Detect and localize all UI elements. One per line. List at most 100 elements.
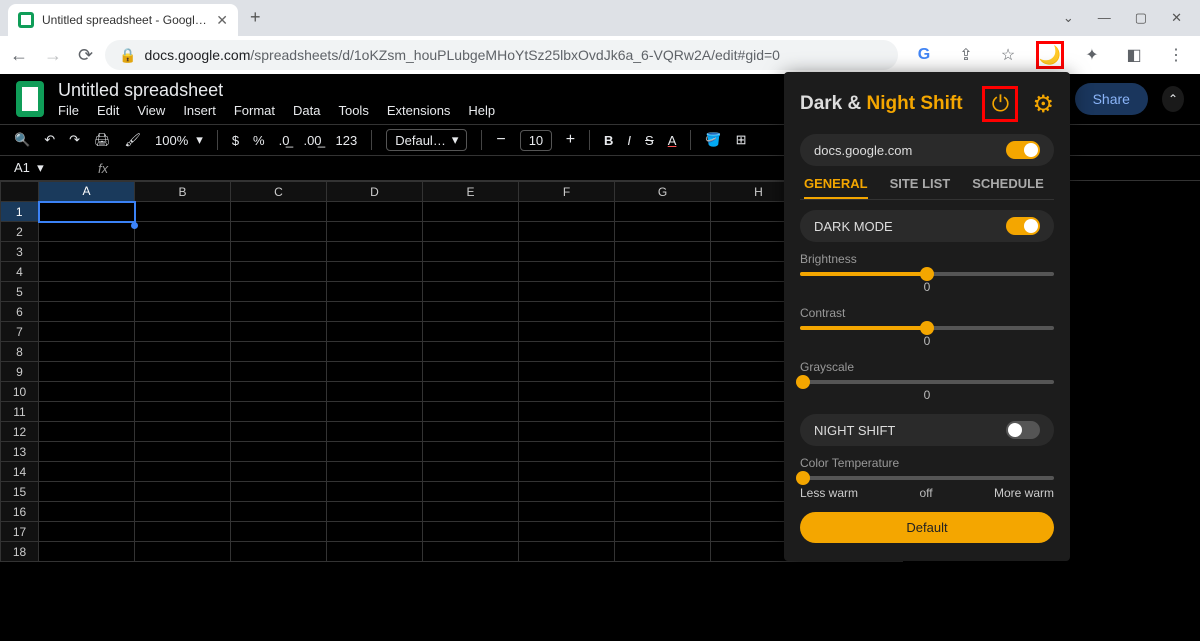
cell[interactable]	[135, 422, 231, 442]
cell[interactable]	[231, 362, 327, 382]
column-header[interactable]: D	[327, 182, 423, 202]
cell[interactable]	[423, 442, 519, 462]
browser-tab[interactable]: Untitled spreadsheet - Google S ✕	[8, 4, 238, 36]
cell[interactable]	[327, 242, 423, 262]
cell[interactable]	[39, 262, 135, 282]
cell[interactable]	[519, 422, 615, 442]
close-tab-icon[interactable]: ✕	[216, 12, 228, 29]
cell[interactable]	[519, 522, 615, 542]
cell[interactable]	[135, 342, 231, 362]
row-header[interactable]: 7	[1, 322, 39, 342]
document-title[interactable]: Untitled spreadsheet	[58, 80, 495, 101]
cell[interactable]	[423, 362, 519, 382]
cell[interactable]	[423, 322, 519, 342]
cell[interactable]	[423, 202, 519, 222]
cell[interactable]	[327, 322, 423, 342]
cell[interactable]	[519, 482, 615, 502]
cell[interactable]	[231, 262, 327, 282]
cell[interactable]	[39, 342, 135, 362]
cell[interactable]	[327, 482, 423, 502]
increase-font-icon[interactable]: +	[566, 131, 575, 149]
row-header[interactable]: 13	[1, 442, 39, 462]
cell[interactable]	[135, 462, 231, 482]
power-button[interactable]: ⏻	[982, 86, 1018, 122]
cell[interactable]	[519, 362, 615, 382]
cell[interactable]	[519, 502, 615, 522]
column-header[interactable]: G	[615, 182, 711, 202]
cell[interactable]	[39, 522, 135, 542]
row-header[interactable]: 15	[1, 482, 39, 502]
cell[interactable]	[327, 502, 423, 522]
cell[interactable]	[39, 482, 135, 502]
night-shift-toggle[interactable]	[1006, 421, 1040, 439]
menu-tools[interactable]: Tools	[338, 103, 368, 118]
paint-format-icon[interactable]: 🖌	[125, 132, 142, 148]
tab-general[interactable]: GENERAL	[804, 176, 868, 199]
menu-file[interactable]: File	[58, 103, 79, 118]
menu-icon[interactable]: ⋮	[1162, 41, 1190, 69]
cell[interactable]	[231, 542, 327, 562]
row-header[interactable]: 2	[1, 222, 39, 242]
column-header[interactable]: E	[423, 182, 519, 202]
cell[interactable]	[519, 262, 615, 282]
cell[interactable]	[231, 402, 327, 422]
cell[interactable]	[135, 442, 231, 462]
cell[interactable]	[423, 502, 519, 522]
forward-icon[interactable]: →	[44, 45, 62, 66]
cell[interactable]	[327, 342, 423, 362]
maximize-icon[interactable]: ▢	[1135, 10, 1147, 26]
gear-icon[interactable]: ⚙	[1032, 90, 1054, 119]
default-button[interactable]: Default	[800, 512, 1054, 543]
cell[interactable]	[135, 362, 231, 382]
cell[interactable]	[231, 222, 327, 242]
cell[interactable]	[231, 482, 327, 502]
cell[interactable]	[327, 282, 423, 302]
cell[interactable]	[423, 422, 519, 442]
cell[interactable]	[615, 362, 711, 382]
name-box[interactable]: A1 ▾	[8, 158, 78, 178]
cell[interactable]	[135, 482, 231, 502]
google-icon[interactable]: G	[910, 41, 938, 69]
cell[interactable]	[615, 542, 711, 562]
cell[interactable]	[39, 242, 135, 262]
cell[interactable]	[135, 402, 231, 422]
cell[interactable]	[519, 242, 615, 262]
cell[interactable]	[423, 402, 519, 422]
cell[interactable]	[39, 442, 135, 462]
cell[interactable]	[615, 282, 711, 302]
row-header[interactable]: 3	[1, 242, 39, 262]
cell[interactable]	[135, 222, 231, 242]
cell[interactable]	[615, 222, 711, 242]
cell[interactable]	[135, 302, 231, 322]
cell[interactable]	[231, 502, 327, 522]
percent-icon[interactable]: %	[253, 133, 265, 148]
contrast-slider[interactable]	[800, 326, 1054, 330]
cell[interactable]	[231, 462, 327, 482]
cell[interactable]	[135, 282, 231, 302]
cell[interactable]	[615, 462, 711, 482]
decrease-decimal-icon[interactable]: .0̲	[279, 133, 290, 148]
collapse-icon[interactable]: ⌃	[1162, 86, 1184, 112]
row-header[interactable]: 9	[1, 362, 39, 382]
cell[interactable]	[231, 382, 327, 402]
cell[interactable]	[519, 542, 615, 562]
cell[interactable]	[519, 282, 615, 302]
row-header[interactable]: 16	[1, 502, 39, 522]
brightness-slider[interactable]	[800, 272, 1054, 276]
decrease-font-icon[interactable]: −	[496, 131, 505, 149]
cell[interactable]	[39, 322, 135, 342]
cell[interactable]	[231, 282, 327, 302]
cell[interactable]	[615, 242, 711, 262]
night-shift-extension-icon[interactable]: 🌙	[1036, 41, 1064, 69]
cell[interactable]	[135, 502, 231, 522]
cell[interactable]	[39, 382, 135, 402]
row-header[interactable]: 18	[1, 542, 39, 562]
cell[interactable]	[615, 202, 711, 222]
domain-toggle[interactable]	[1006, 141, 1040, 159]
cell[interactable]	[327, 362, 423, 382]
row-header[interactable]: 6	[1, 302, 39, 322]
menu-extensions[interactable]: Extensions	[387, 103, 451, 118]
cell[interactable]	[231, 522, 327, 542]
cell[interactable]	[327, 462, 423, 482]
cell[interactable]	[615, 422, 711, 442]
